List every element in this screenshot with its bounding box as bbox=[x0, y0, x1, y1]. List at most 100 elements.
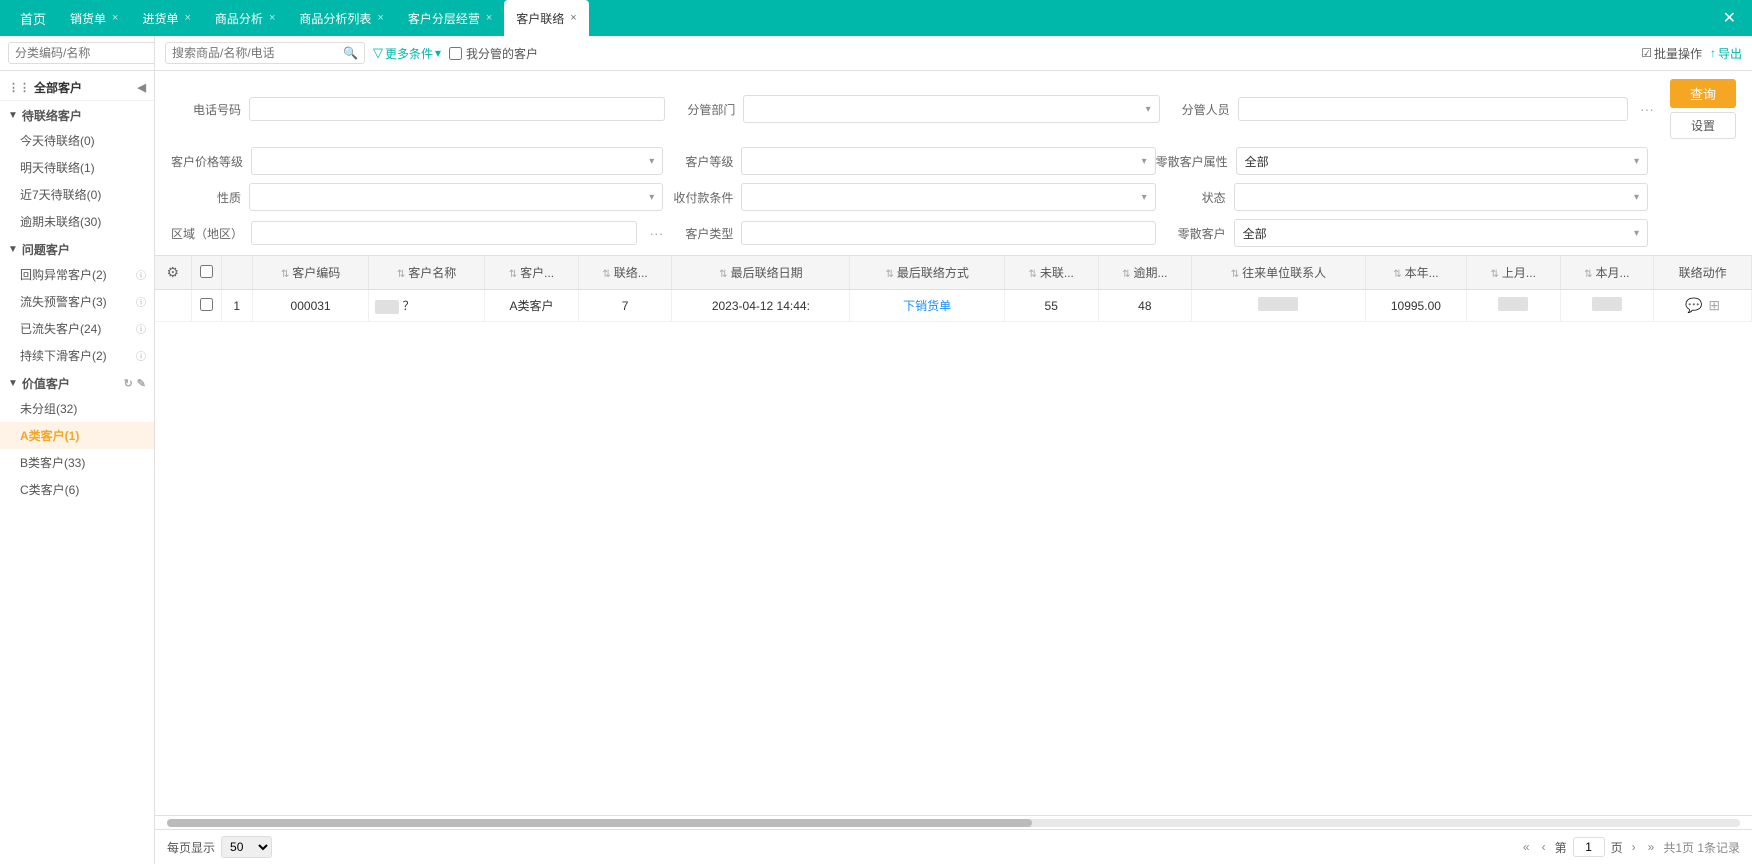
horizontal-scrollbar[interactable] bbox=[155, 815, 1752, 829]
all-customers-label[interactable]: 全部客户 bbox=[34, 79, 82, 96]
select-all-checkbox[interactable] bbox=[200, 265, 213, 278]
nature-select[interactable]: ▾ bbox=[249, 183, 663, 211]
close-customer-contact-icon[interactable]: × bbox=[570, 12, 576, 24]
scrollbar-thumb[interactable] bbox=[167, 819, 1032, 827]
retail-attr-select[interactable]: 全部 ▾ bbox=[1236, 147, 1648, 175]
sidebar-item-today[interactable]: 今天待联络(0) bbox=[0, 127, 154, 154]
sidebar-item-declining[interactable]: 持续下滑客户(2) ⓘ bbox=[0, 342, 154, 369]
th-name[interactable]: 客户名称 bbox=[369, 256, 485, 290]
my-customers-check[interactable]: 我分管的客户 bbox=[449, 45, 538, 62]
sidebar-item-repurchase[interactable]: 回购异常客户(2) ⓘ bbox=[0, 261, 154, 288]
refresh-icon[interactable]: ↻ bbox=[124, 377, 133, 390]
nav-tab-purchase[interactable]: 进货单 × bbox=[130, 0, 202, 36]
th-gear[interactable]: ⚙ bbox=[155, 256, 191, 290]
status-label: 状态 bbox=[1156, 189, 1226, 206]
customer-table: ⚙ 客户编码 客户名称 客户... 联络... 最后联络日期 最后联络方式 未联… bbox=[155, 256, 1752, 322]
th-contact[interactable]: 联络... bbox=[578, 256, 672, 290]
th-overdue[interactable]: 逾期... bbox=[1098, 256, 1192, 290]
query-button[interactable]: 查询 bbox=[1670, 79, 1736, 108]
per-page-select[interactable]: 50 100 bbox=[221, 836, 272, 858]
sidebar-item-unclassified[interactable]: 未分组(32) bbox=[0, 395, 154, 422]
sidebar-item-overdue[interactable]: 逾期未联络(30) bbox=[0, 208, 154, 235]
person-input[interactable] bbox=[1238, 97, 1628, 121]
close-product-list-icon[interactable]: × bbox=[377, 12, 383, 24]
row-checkbox[interactable] bbox=[200, 298, 213, 311]
more-filter-btn[interactable]: ▽ 更多条件 ▾ bbox=[373, 45, 441, 62]
th-this-year[interactable]: 本年... bbox=[1365, 256, 1466, 290]
window-close-button[interactable]: ✕ bbox=[1715, 8, 1744, 28]
edit-icon[interactable]: ✎ bbox=[137, 377, 146, 390]
cust-grade-arrow-icon: ▾ bbox=[1142, 156, 1147, 167]
info-icon-repurchase: ⓘ bbox=[136, 267, 146, 282]
data-table-container: ⚙ 客户编码 客户名称 客户... 联络... 最后联络日期 最后联络方式 未联… bbox=[155, 256, 1752, 815]
page-end-label: 页 bbox=[1611, 839, 1623, 856]
person-dots-icon[interactable]: ··· bbox=[1640, 101, 1654, 117]
td-action: 💬 ⊞ bbox=[1654, 290, 1752, 322]
status-arrow-icon: ▾ bbox=[1634, 192, 1639, 203]
message-icon[interactable]: 💬 bbox=[1685, 297, 1702, 314]
td-contact: 7 bbox=[578, 290, 672, 322]
page-next-btn[interactable]: › bbox=[1629, 840, 1639, 854]
gear-icon[interactable]: ⚙ bbox=[166, 264, 179, 280]
page-first-btn[interactable]: « bbox=[1520, 840, 1533, 854]
sidebar-item-lost-warning[interactable]: 流失预警客户(3) ⓘ bbox=[0, 288, 154, 315]
payment-select[interactable]: ▾ bbox=[741, 183, 1155, 211]
sidebar-item-lost[interactable]: 已流失客户(24) ⓘ bbox=[0, 315, 154, 342]
filter-row-3: 性质 ▾ 收付款条件 ▾ 状态 bbox=[171, 183, 1736, 211]
th-this-month[interactable]: 本月... bbox=[1560, 256, 1654, 290]
nav-home[interactable]: 首页 bbox=[8, 9, 58, 28]
close-purchase-icon[interactable]: × bbox=[184, 12, 190, 24]
my-customers-checkbox[interactable] bbox=[449, 47, 462, 60]
region-input[interactable] bbox=[251, 221, 637, 245]
th-last-contact-method[interactable]: 最后联络方式 bbox=[850, 256, 1005, 290]
page-last-btn[interactable]: » bbox=[1645, 840, 1658, 854]
export-btn[interactable]: ↑ 导出 bbox=[1710, 45, 1742, 62]
nav-tab-salesorder[interactable]: 销货单 × bbox=[58, 0, 130, 36]
th-no-contact[interactable]: 未联... bbox=[1004, 256, 1098, 290]
sidebar-item-class-b[interactable]: B类客户(33) bbox=[0, 449, 154, 476]
sidebar-item-week[interactable]: 近7天待联络(0) bbox=[0, 181, 154, 208]
search-icon[interactable]: 🔍 bbox=[343, 46, 358, 60]
th-code[interactable]: 客户编码 bbox=[253, 256, 369, 290]
page-input[interactable] bbox=[1573, 837, 1605, 857]
sidebar-item-class-c[interactable]: C类客户(6) bbox=[0, 476, 154, 503]
cust-grade-select[interactable]: ▾ bbox=[741, 147, 1155, 175]
sidebar-search-input[interactable] bbox=[8, 42, 155, 64]
status-select[interactable]: ▾ bbox=[1234, 183, 1648, 211]
filter-cell-retail: 零散客户 全部 ▾ bbox=[1156, 219, 1648, 247]
td-last-contact-method: 下销货单 bbox=[850, 290, 1005, 322]
close-salesorder-icon[interactable]: × bbox=[112, 12, 118, 24]
td-last-month bbox=[1466, 290, 1560, 322]
settings-button[interactable]: 设置 bbox=[1670, 112, 1736, 139]
nav-tab-customer-contact[interactable]: 客户联络 × bbox=[504, 0, 588, 36]
last-contact-method-link[interactable]: 下销货单 bbox=[903, 299, 951, 313]
nav-tab-product-analysis[interactable]: 商品分析 × bbox=[203, 0, 287, 36]
sidebar-item-tomorrow[interactable]: 明天待联络(1) bbox=[0, 154, 154, 181]
th-last-month[interactable]: 上月... bbox=[1466, 256, 1560, 290]
batch-ops-btn[interactable]: ☑ 批量操作 bbox=[1641, 45, 1702, 62]
retail-select[interactable]: 全部 ▾ bbox=[1234, 219, 1648, 247]
link-icon[interactable]: ⊞ bbox=[1708, 297, 1720, 314]
td-last-contact-date: 2023-04-12 14:44: bbox=[672, 290, 850, 322]
cust-type-input[interactable] bbox=[741, 221, 1155, 245]
phone-input[interactable] bbox=[249, 97, 665, 121]
pending-contact-label: 待联络客户 bbox=[22, 107, 82, 124]
page-prev-btn[interactable]: ‹ bbox=[1539, 840, 1549, 854]
nav-tab-customer-tier[interactable]: 客户分层经营 × bbox=[396, 0, 504, 36]
close-customer-tier-icon[interactable]: × bbox=[486, 12, 492, 24]
price-grade-select[interactable]: ▾ bbox=[251, 147, 663, 175]
th-type[interactable]: 客户... bbox=[485, 256, 579, 290]
search-box: 🔍 bbox=[165, 42, 365, 64]
th-last-contact-date[interactable]: 最后联络日期 bbox=[672, 256, 850, 290]
sidebar-collapse-icon[interactable]: ◀ bbox=[138, 81, 146, 94]
search-input[interactable] bbox=[172, 46, 339, 60]
close-product-analysis-icon[interactable]: × bbox=[269, 12, 275, 24]
region-dots-icon[interactable]: ··· bbox=[649, 225, 663, 241]
nav-tab-product-list[interactable]: 商品分析列表 × bbox=[287, 0, 395, 36]
dept-select[interactable]: ▾ bbox=[743, 95, 1159, 123]
info-icon-lost-warning: ⓘ bbox=[136, 294, 146, 309]
payment-label: 收付款条件 bbox=[663, 189, 733, 206]
th-unit-contact[interactable]: 往来单位联系人 bbox=[1192, 256, 1366, 290]
filter-cell-nature: 性质 ▾ bbox=[171, 183, 663, 211]
sidebar-item-class-a[interactable]: A类客户(1) bbox=[0, 422, 154, 449]
